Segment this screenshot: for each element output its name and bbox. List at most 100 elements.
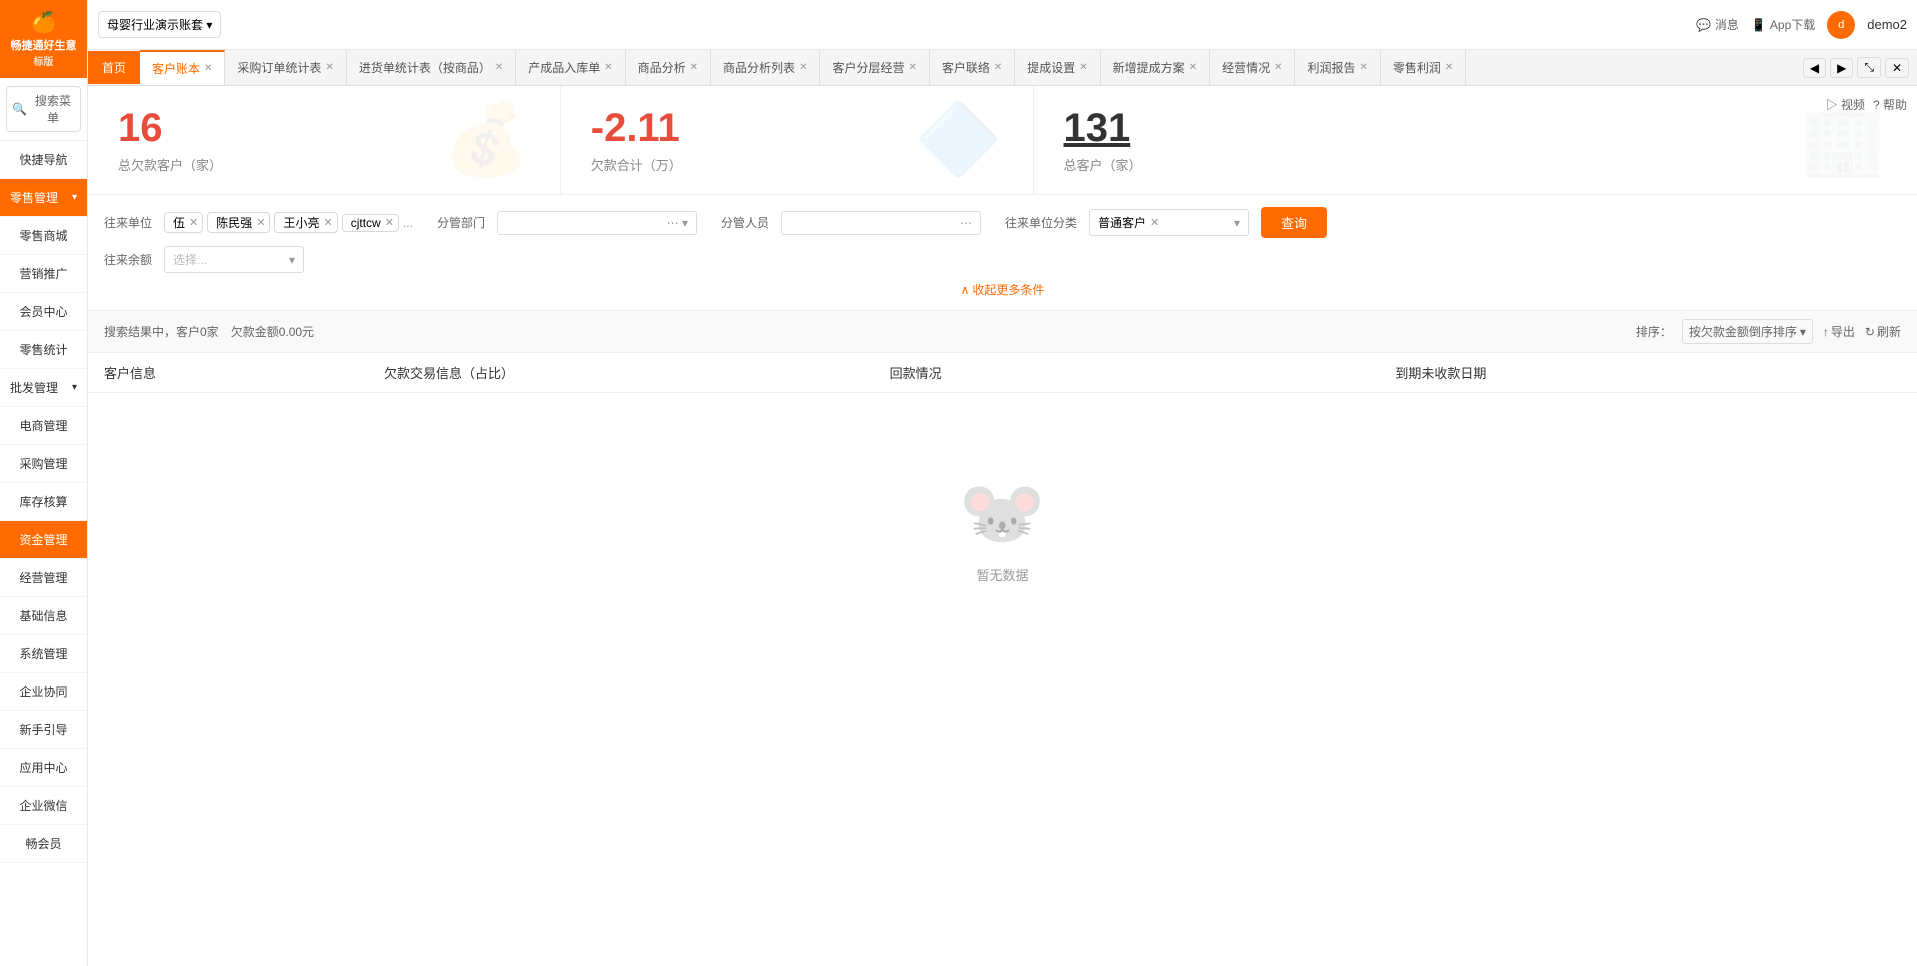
balance-filter-select[interactable]: 选择... ▾	[164, 246, 304, 273]
sort-select[interactable]: 按欠款金额倒序排序 ▾	[1682, 319, 1813, 344]
tab-close-icon[interactable]: ✕	[204, 63, 212, 74]
stat-card-amount: 🔷 -2.11 欠款合计（万）	[561, 86, 1034, 194]
tab-customer-account[interactable]: 客户账本 ✕	[140, 50, 225, 85]
stat-card-customers: 💰 16 总欠款客户（家）	[88, 86, 561, 194]
sidebar-item-purchase[interactable]: 采购管理	[0, 445, 87, 483]
sidebar-item-retail-mall[interactable]: 零售商城	[0, 217, 87, 255]
tab-new-commission[interactable]: 新增提成方案 ✕	[1101, 50, 1210, 85]
tab-profit-report[interactable]: 利润报告 ✕	[1295, 50, 1380, 85]
tab-retail-profit[interactable]: 零售利润 ✕	[1381, 50, 1466, 85]
dropdown-arrow-icon: ▾	[206, 18, 212, 32]
message-icon: 💬	[1696, 18, 1711, 32]
topbar-right: 💬 消息 📱 App下载 d demo2	[1696, 11, 1907, 39]
tabs-next-button[interactable]: ▶	[1830, 58, 1853, 78]
filters-area: 往来单位 伍 ✕ 陈民强 ✕ 王小亮 ✕ cjttcw	[88, 195, 1917, 311]
collapse-icon: ∧	[961, 283, 970, 297]
tab-commission-settings[interactable]: 提成设置 ✕	[1015, 50, 1100, 85]
app-logo: 🍊 畅捷通好生意 标版	[0, 0, 87, 78]
total-debit-customers-label: 总欠款客户（家）	[118, 155, 222, 174]
tab-product-analysis[interactable]: 商品分析 ✕	[626, 50, 711, 85]
col-customer-info: 客户信息	[104, 363, 384, 382]
query-button[interactable]: 查询	[1261, 207, 1327, 238]
total-debit-amount-label: 欠款合计（万）	[591, 155, 682, 174]
chevron-icon: ▾	[72, 192, 77, 203]
collapse-button[interactable]: ∧ 收起更多条件	[961, 281, 1045, 298]
sidebar-item-enterprise[interactable]: 企业协同	[0, 673, 87, 711]
sidebar-item-ecommerce[interactable]: 电商管理	[0, 407, 87, 445]
tab-close-icon[interactable]: ✕	[1445, 62, 1453, 73]
unit-filter-label: 往来单位	[104, 214, 152, 231]
tab-close-icon[interactable]: ✕	[799, 62, 807, 73]
tab-close-icon[interactable]: ✕	[908, 62, 916, 73]
sidebar-item-member-center[interactable]: 会员中心	[0, 293, 87, 331]
sidebar-item-quick-nav[interactable]: 快捷导航	[0, 141, 87, 179]
page-content: 💰 16 总欠款客户（家） 🔷 -2.11 欠款合计（万） 🏢 131 总客户（…	[88, 86, 1917, 966]
unit-tag-wang-remove[interactable]: ✕	[324, 216, 333, 229]
sidebar-item-finance[interactable]: 资金管理	[0, 521, 87, 559]
app-name: 畅捷通好生意	[11, 37, 77, 53]
sidebar-item-basic-info[interactable]: 基础信息	[0, 597, 87, 635]
sidebar-item-inventory[interactable]: 库存核算	[0, 483, 87, 521]
tab-close-icon[interactable]: ✕	[604, 62, 612, 73]
category-tag-remove[interactable]: ✕	[1150, 216, 1159, 229]
app-download-button[interactable]: 📱 App下载	[1751, 16, 1815, 33]
tab-operations[interactable]: 经营情况 ✕	[1210, 50, 1295, 85]
sidebar-item-app-center[interactable]: 应用中心	[0, 749, 87, 787]
sidebar-item-marketing[interactable]: 营销推广	[0, 255, 87, 293]
sidebar-item-wechat[interactable]: 企业微信	[0, 787, 87, 825]
sidebar-item-operations[interactable]: 经营管理	[0, 559, 87, 597]
sidebar-item-wholesale-mgmt[interactable]: 批发管理 ▾	[0, 369, 87, 407]
balance-dropdown-icon: ▾	[289, 253, 295, 267]
tab-close-icon[interactable]: ✕	[1079, 62, 1087, 73]
tab-close-icon[interactable]: ✕	[1274, 62, 1282, 73]
tab-close-icon[interactable]: ✕	[994, 62, 1002, 73]
stat-actions: ▷ 视频 ? 帮助	[1826, 96, 1907, 113]
tab-product-analysis-list[interactable]: 商品分析列表 ✕	[711, 50, 820, 85]
tab-purchase-order-stats[interactable]: 采购订单统计表 ✕	[225, 50, 346, 85]
workspace-selector[interactable]: 母婴行业演示账套 ▾	[98, 11, 221, 38]
table-header: 客户信息 欠款交易信息（占比） 回款情况 到期未收款日期	[88, 353, 1917, 393]
video-help-button[interactable]: ▷ 视频	[1826, 96, 1865, 113]
total-customers: 131	[1064, 106, 1131, 151]
stat-card-total-customers: 🏢 131 总客户（家） ▷ 视频 ? 帮助	[1034, 86, 1917, 194]
tab-close-icon[interactable]: ✕	[325, 62, 333, 73]
sidebar-item-newbie[interactable]: 新手引导	[0, 711, 87, 749]
dept-filter-select[interactable]: ⋯ ▾	[497, 211, 697, 235]
message-button[interactable]: 💬 消息	[1696, 16, 1739, 33]
search-menu-button[interactable]: 🔍 搜索菜单	[6, 86, 81, 132]
tab-home[interactable]: 首页	[88, 51, 140, 84]
tabs-prev-button[interactable]: ◀	[1803, 58, 1826, 78]
tab-product-inbound[interactable]: 产成品入库单 ✕	[516, 50, 625, 85]
tab-close-icon[interactable]: ✕	[1189, 62, 1197, 73]
unit-tag-wu-remove[interactable]: ✕	[189, 216, 198, 229]
refresh-button[interactable]: ↻ 刷新	[1865, 323, 1901, 340]
user-avatar[interactable]: d	[1827, 11, 1855, 39]
sidebar-item-retail-mgmt[interactable]: 零售管理 ▾	[0, 179, 87, 217]
tab-purchase-stats-product[interactable]: 进货单统计表（按商品） ✕	[347, 50, 516, 85]
tab-close-icon[interactable]: ✕	[1360, 62, 1368, 73]
unit-tag-chen-remove[interactable]: ✕	[256, 216, 265, 229]
sidebar-item-system[interactable]: 系统管理	[0, 635, 87, 673]
help-button[interactable]: ? 帮助	[1873, 96, 1907, 113]
category-filter-select[interactable]: 普通客户 ✕ ▾	[1089, 209, 1249, 236]
tab-close-icon[interactable]: ✕	[495, 62, 503, 73]
tabs-close-all-button[interactable]: ✕	[1885, 58, 1909, 78]
unit-tag-more[interactable]: ...	[403, 216, 413, 230]
sidebar-item-retail-stats[interactable]: 零售统计	[0, 331, 87, 369]
staff-filter-select[interactable]: ⋯	[781, 211, 981, 235]
tab-customer-contact[interactable]: 客户联络 ✕	[930, 50, 1015, 85]
tabs-expand-button[interactable]: ⤡	[1857, 57, 1881, 78]
tabs-actions: ◀ ▶ ⤡ ✕	[1795, 57, 1917, 78]
tab-close-icon[interactable]: ✕	[690, 62, 698, 73]
tab-customer-tier[interactable]: 客户分层经营 ✕	[820, 50, 929, 85]
col-debit-info: 欠款交易信息（占比）	[384, 363, 890, 382]
stats-row: 💰 16 总欠款客户（家） 🔷 -2.11 欠款合计（万） 🏢 131 总客户（…	[88, 86, 1917, 195]
dept-filter-label: 分管部门	[437, 214, 485, 231]
sort-dropdown-icon: ▾	[1800, 325, 1806, 339]
export-button[interactable]: ↑ 导出	[1823, 323, 1855, 340]
sort-label: 排序：	[1636, 323, 1672, 340]
unit-tag-cjttcw-remove[interactable]: ✕	[385, 216, 394, 229]
sidebar: 🍊 畅捷通好生意 标版 🔍 搜索菜单 快捷导航 零售管理 ▾ 零售商城 营销推广…	[0, 0, 88, 966]
unit-tag-wu: 伍 ✕	[164, 212, 203, 233]
sidebar-item-vip[interactable]: 畅会员	[0, 825, 87, 863]
